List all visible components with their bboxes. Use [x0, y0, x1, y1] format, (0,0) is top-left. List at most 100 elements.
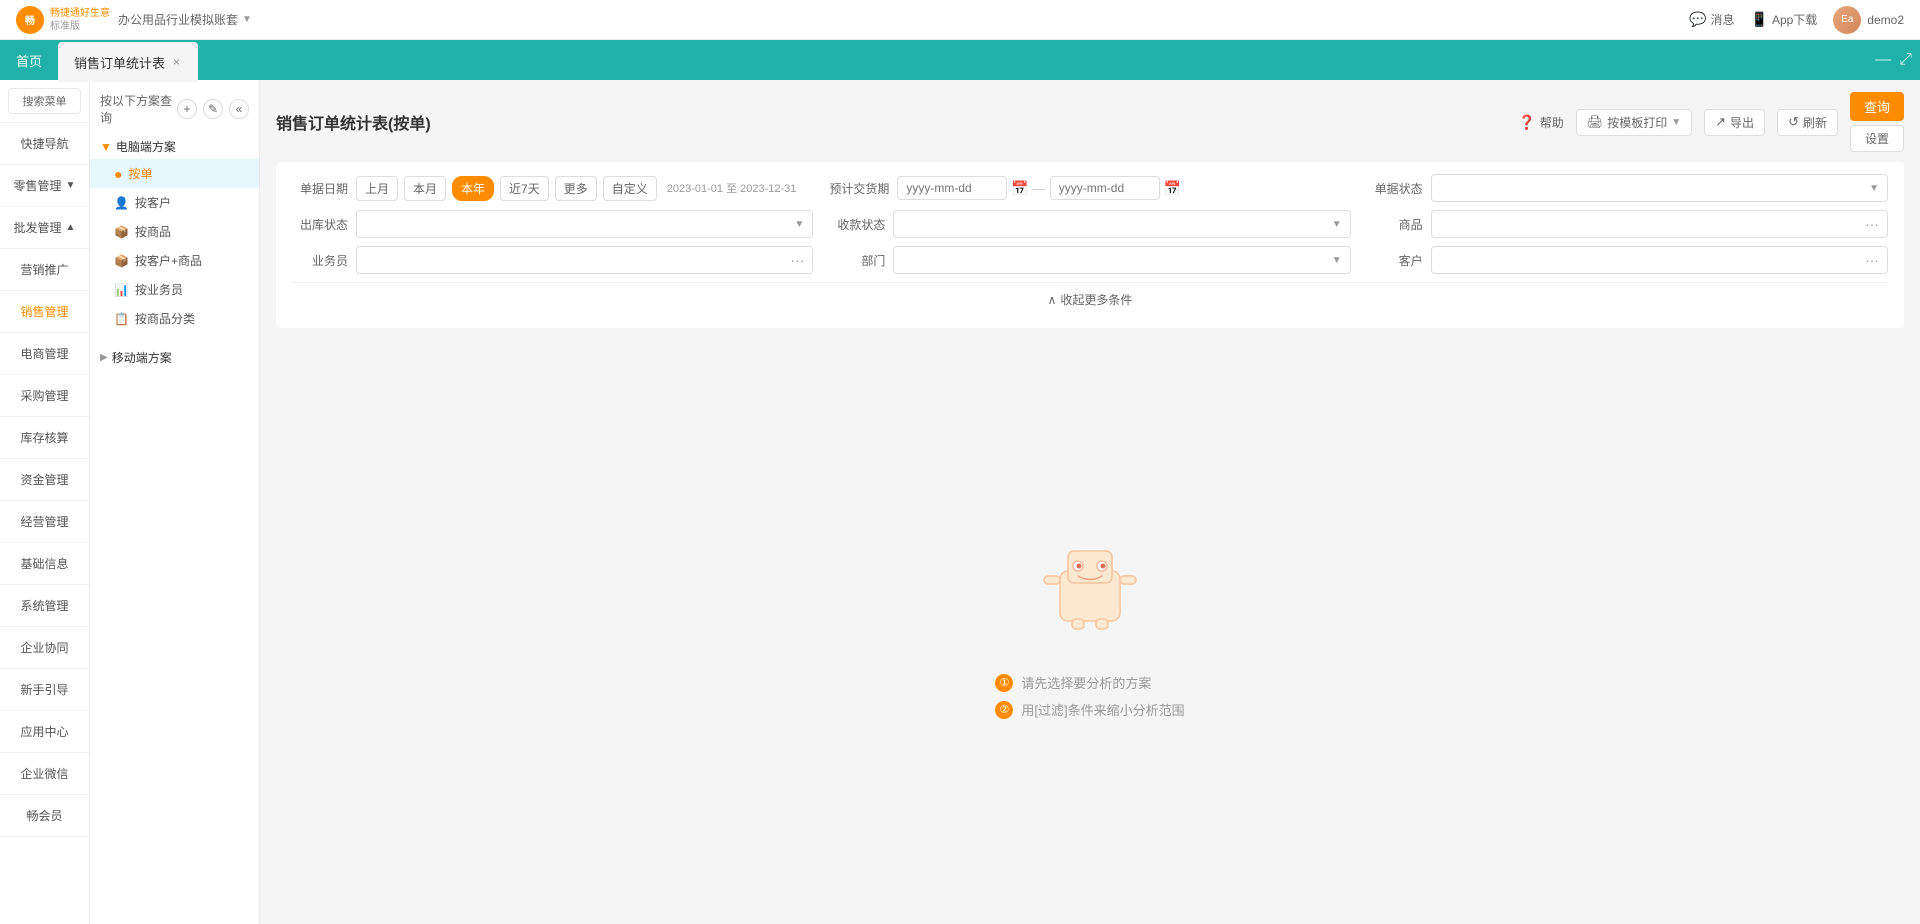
- left-panel-header: 按以下方案查询 + ✎ «: [90, 88, 259, 134]
- delivery-date-start-input[interactable]: [897, 176, 1007, 200]
- sidebar-wechat: 企业微信: [0, 753, 89, 795]
- left-panel: 按以下方案查询 + ✎ « ▼ 电脑端方案 ● 按单: [90, 80, 260, 924]
- template-print-button[interactable]: 🖨 按模板打印 ▼: [1576, 109, 1692, 136]
- empty-illustration: [1040, 541, 1140, 631]
- sidebar-item-member[interactable]: 畅会员: [0, 799, 89, 832]
- user-menu[interactable]: Ea demo2: [1833, 6, 1904, 34]
- calendar-start-icon[interactable]: 📅: [1011, 180, 1028, 197]
- doc-status-select[interactable]: ▼: [1431, 174, 1888, 202]
- out-status-arrow-icon: ▼: [794, 219, 804, 230]
- sidebar-item-wechat[interactable]: 企业微信: [0, 757, 89, 790]
- breadcrumb-arrow-icon[interactable]: ▼: [242, 14, 252, 25]
- wholesale-arrow-icon: ▲: [66, 222, 76, 233]
- sidebar-item-operations[interactable]: 经营管理: [0, 505, 89, 538]
- last7days-button[interactable]: 近7天: [500, 176, 549, 201]
- message-icon: 💬: [1689, 11, 1706, 28]
- collapse-icon: ∧: [1048, 293, 1057, 307]
- customer-select[interactable]: ···: [1431, 246, 1888, 274]
- user-name: demo2: [1867, 13, 1904, 27]
- sidebar-item-newbie[interactable]: 新手引导: [0, 673, 89, 706]
- empty-icon-area: [1030, 541, 1150, 661]
- department-select[interactable]: ▼: [893, 246, 1350, 274]
- sidebar-system: 系统管理: [0, 585, 89, 627]
- scheme-item-by-customer[interactable]: 👤 按客户: [90, 188, 259, 217]
- goods-more-icon[interactable]: ···: [1865, 216, 1879, 232]
- customer-more-icon[interactable]: ···: [1865, 252, 1879, 268]
- sidebar-operations: 经营管理: [0, 501, 89, 543]
- sidebar-item-enterprise[interactable]: 企业协同: [0, 631, 89, 664]
- tab-close-icon[interactable]: ×: [171, 53, 182, 71]
- sidebar-item-basic-info[interactable]: 基础信息: [0, 547, 89, 580]
- logo-area[interactable]: 畅 畅捷通好生意 标准版: [16, 6, 110, 34]
- scheme-item-by-goods[interactable]: 📦 按商品: [90, 217, 259, 246]
- sidebar-item-wholesale[interactable]: 批发管理 ▲: [0, 211, 89, 244]
- sidebar-item-app-center[interactable]: 应用中心: [0, 715, 89, 748]
- prev-month-button[interactable]: 上月: [356, 176, 398, 201]
- sidebar-item-finance[interactable]: 资金管理: [0, 463, 89, 496]
- settings-button[interactable]: 设置: [1850, 125, 1904, 152]
- breadcrumb: 办公用品行业模拟账套 ▼: [118, 11, 252, 28]
- sidebar-ecommerce: 电商管理: [0, 333, 89, 375]
- app-icon: 📱: [1751, 11, 1768, 28]
- goods-select[interactable]: ···: [1431, 210, 1888, 238]
- tab-maximize-icon[interactable]: ⤢: [1899, 51, 1912, 69]
- message-button[interactable]: 💬 消息: [1689, 11, 1734, 28]
- this-year-button[interactable]: 本年: [452, 176, 494, 201]
- mobile-scheme-title[interactable]: ▶ 移动端方案: [90, 345, 259, 370]
- help-button[interactable]: ❓ 帮助: [1518, 114, 1563, 131]
- tab-bar: 首页 销售订单统计表 × — ⤢: [0, 40, 1920, 80]
- pc-scheme-title[interactable]: ▼ 电脑端方案: [90, 134, 259, 159]
- collapse-more-button[interactable]: ∧ 收起更多条件: [292, 282, 1888, 316]
- out-status-select[interactable]: ▼: [356, 210, 813, 238]
- tab-sales-order-stats[interactable]: 销售订单统计表 ×: [58, 42, 198, 82]
- scheme-item-by-goods-category[interactable]: 📋 按商品分类: [90, 304, 259, 333]
- left-panel-actions: + ✎ «: [177, 99, 249, 119]
- filter-out-status-item: 出库状态 ▼: [292, 210, 813, 238]
- add-scheme-button[interactable]: +: [177, 99, 197, 119]
- delivery-date-label: 预计交货期: [829, 180, 889, 197]
- refresh-button[interactable]: ↺ 刷新: [1777, 109, 1838, 136]
- sidebar-item-marketing[interactable]: 营销推广: [0, 253, 89, 286]
- filter-area: 单据日期 上月 本月 本年 近7天 更多 自定义 2023-01-01 至 20…: [276, 162, 1904, 328]
- quick-nav-label: 快捷导航: [20, 135, 68, 152]
- sidebar-purchase: 采购管理: [0, 375, 89, 417]
- edit-scheme-button[interactable]: ✎: [203, 99, 223, 119]
- search-menu-button[interactable]: 搜索菜单: [8, 88, 81, 114]
- query-button[interactable]: 查询: [1850, 92, 1904, 121]
- left-panel-title: 按以下方案查询: [100, 92, 177, 126]
- sidebar-item-retail[interactable]: 零售管理 ▼: [0, 169, 89, 202]
- payment-status-select[interactable]: ▼: [893, 210, 1350, 238]
- scheme-item-by-order[interactable]: ● 按单: [90, 159, 259, 188]
- mobile-scheme-section: ▶ 移动端方案: [90, 341, 259, 370]
- sidebar-item-system[interactable]: 系统管理: [0, 589, 89, 622]
- sidebar-item-ecommerce[interactable]: 电商管理: [0, 337, 89, 370]
- more-date-button[interactable]: 更多: [555, 176, 597, 201]
- filter-row-2: 出库状态 ▼ 收款状态 ▼: [292, 210, 1888, 238]
- sidebar-item-quick-nav[interactable]: 快捷导航: [0, 127, 89, 160]
- delivery-date-inputs: 📅 — 📅: [897, 176, 1181, 200]
- date-filter-label: 单据日期: [292, 180, 348, 197]
- delivery-date-end-input[interactable]: [1050, 176, 1160, 200]
- sidebar-item-sales[interactable]: 销售管理: [0, 295, 89, 328]
- logo-text: 畅捷通好生意 标准版: [50, 7, 110, 33]
- sidebar-item-purchase[interactable]: 采购管理: [0, 379, 89, 412]
- sidebar-item-inventory[interactable]: 库存核算: [0, 421, 89, 454]
- scheme-item-by-salesperson[interactable]: 📊 按业务员: [90, 275, 259, 304]
- top-bar: 畅 畅捷通好生意 标准版 办公用品行业模拟账套 ▼ 💬 消息 📱 App下载 E…: [0, 0, 1920, 40]
- export-button[interactable]: ↗ 导出: [1704, 109, 1765, 136]
- date-quick-buttons: 上月 本月 本年 近7天 更多 自定义 2023-01-01 至 2023-12…: [356, 176, 796, 201]
- salesperson-select[interactable]: ···: [356, 246, 813, 274]
- collapse-panel-button[interactable]: «: [229, 99, 249, 119]
- sidebar-retail: 零售管理 ▼: [0, 165, 89, 207]
- tab-minimize-icon[interactable]: —: [1875, 51, 1891, 69]
- app-download-button[interactable]: 📱 App下载: [1751, 11, 1818, 28]
- salesperson-more-icon[interactable]: ···: [790, 252, 804, 268]
- calendar-end-icon[interactable]: 📅: [1164, 180, 1181, 197]
- empty-hint-1: ① 请先选择要分析的方案: [995, 673, 1184, 692]
- custom-date-button[interactable]: 自定义: [603, 176, 657, 201]
- tab-home[interactable]: 首页: [0, 40, 58, 80]
- empty-hint-2: ② 用[过滤]条件来缩小分析范围: [995, 700, 1184, 719]
- scheme-item-by-customer-goods[interactable]: 📦 按客户+商品: [90, 246, 259, 275]
- hint-num-2: ②: [995, 701, 1013, 719]
- this-month-button[interactable]: 本月: [404, 176, 446, 201]
